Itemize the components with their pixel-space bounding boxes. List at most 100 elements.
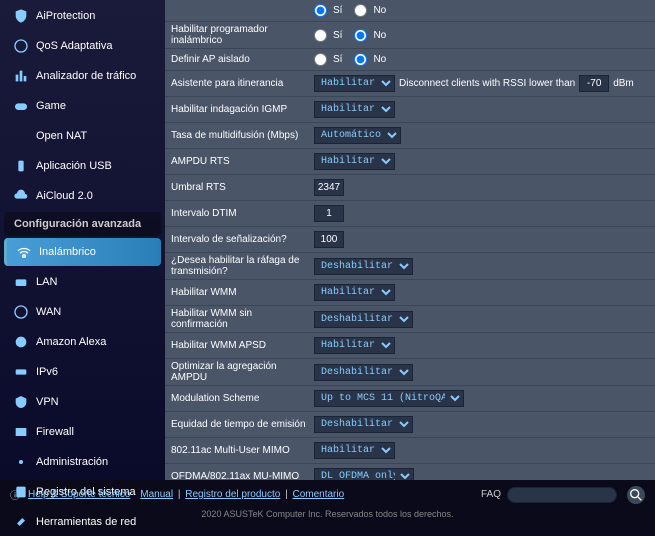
select-airtime[interactable]: Deshabilitar — [314, 416, 413, 433]
faq-search-input[interactable] — [507, 487, 617, 503]
select-multicast[interactable]: Automático — [314, 127, 401, 144]
sidebar-item-lan[interactable]: LAN — [4, 268, 161, 296]
ipv6-icon — [12, 363, 30, 381]
radio-no[interactable] — [354, 53, 367, 66]
label: AiCloud 2.0 — [36, 190, 93, 202]
row-label: Definir AP aislado — [165, 54, 310, 65]
select-wmm[interactable]: Habilitar — [314, 284, 395, 301]
label: Analizador de tráfico — [36, 70, 136, 82]
row-label: ¿Desea habilitar la ráfaga de transmisió… — [165, 255, 310, 277]
radio-si[interactable] — [314, 53, 327, 66]
radio-no[interactable] — [354, 4, 367, 17]
firewall-icon — [12, 423, 30, 441]
select-roaming[interactable]: Habilitar — [314, 75, 395, 92]
label: Aplicación USB — [36, 160, 112, 172]
row-label: Asistente para itinerancia — [165, 78, 310, 89]
label: VPN — [36, 396, 59, 408]
sidebar-item-usb[interactable]: Aplicación USB — [4, 152, 161, 180]
sidebar-item-firewall[interactable]: Firewall — [4, 418, 161, 446]
main-panel: Sí No Habilitar programador inalámbrico Sí… — [165, 0, 655, 480]
radio-si[interactable] — [314, 29, 327, 42]
faq-label: FAQ — [481, 489, 501, 500]
select-wmm-apsd[interactable]: Habilitar — [314, 337, 395, 354]
label: AiProtection — [36, 10, 95, 22]
select-mcs[interactable]: Up to MCS 11 (NitroQAM/1024-QAM) — [314, 390, 464, 407]
sidebar-item-aiprotection[interactable]: AiProtection — [4, 2, 161, 30]
advanced-header: Configuración avanzada — [4, 212, 161, 236]
gear-icon — [12, 453, 30, 471]
cloud-icon — [12, 187, 30, 205]
feedback-link[interactable]: Comentario — [292, 489, 344, 500]
row-label: AMPDU RTS — [165, 156, 310, 167]
rts-input[interactable] — [314, 179, 344, 196]
beacon-input[interactable] — [314, 231, 344, 248]
usb-icon — [12, 157, 30, 175]
row-label: Habilitar indagación IGMP — [165, 104, 310, 115]
sidebar-item-alexa[interactable]: Amazon Alexa — [4, 328, 161, 356]
product-reg-link[interactable]: Registro del producto — [185, 489, 280, 500]
radio-label: No — [373, 5, 386, 16]
label: WAN — [36, 306, 61, 318]
row-label: Intervalo de señalización? — [165, 234, 310, 245]
search-button[interactable] — [627, 486, 645, 504]
alexa-icon — [12, 333, 30, 351]
select-igmp[interactable]: Habilitar — [314, 101, 395, 118]
radio-no[interactable] — [354, 29, 367, 42]
select-mumimo[interactable]: Habilitar — [314, 442, 395, 459]
radio-label: Sí — [333, 54, 342, 65]
radio-si[interactable] — [314, 4, 327, 17]
sidebar-item-wireless[interactable]: Inalámbrico — [4, 238, 161, 266]
lan-icon — [12, 273, 30, 291]
static-text: Disconnect clients with RSSI lower than — [399, 78, 575, 89]
label: Inalámbrico — [39, 246, 96, 258]
radio-label: No — [373, 54, 386, 65]
sidebar-item-qos[interactable]: QoS Adaptativa — [4, 32, 161, 60]
row-label: 802.11ac Multi-User MIMO — [165, 445, 310, 456]
help-link[interactable]: Help & Soporte técnico — [28, 489, 130, 500]
unit-text: dBm — [613, 78, 634, 89]
label: QoS Adaptativa — [36, 40, 112, 52]
chart-icon — [12, 67, 30, 85]
select-ofdma[interactable]: DL OFDMA only — [314, 468, 414, 480]
globe-icon — [12, 303, 30, 321]
row-label: Habilitar WMM APSD — [165, 340, 310, 351]
row-label: Intervalo DTIM — [165, 208, 310, 219]
shield-icon — [12, 7, 30, 25]
select-ampdu[interactable]: Habilitar — [314, 153, 395, 170]
row-label: Tasa de multidifusión (Mbps) — [165, 130, 310, 141]
sidebar-item-wan[interactable]: WAN — [4, 298, 161, 326]
rssi-input[interactable] — [579, 75, 609, 92]
dtim-input[interactable] — [314, 205, 344, 222]
radio-label: Sí — [333, 30, 342, 41]
gamepad-icon — [12, 97, 30, 115]
help-icon: ⓘ — [10, 487, 20, 502]
row-label: Equidad de tiempo de emisión — [165, 419, 310, 430]
sidebar-item-admin[interactable]: Administración — [4, 448, 161, 476]
copyright-text: 2020 ASUSTeK Computer Inc. Reservados to… — [10, 509, 645, 519]
label: Amazon Alexa — [36, 336, 106, 348]
sidebar-item-traffic[interactable]: Analizador de tráfico — [4, 62, 161, 90]
radio-label: No — [373, 30, 386, 41]
vpn-icon — [12, 393, 30, 411]
select-wmm-noack[interactable]: Deshabilitar — [314, 311, 413, 328]
sidebar-item-ipv6[interactable]: IPv6 — [4, 358, 161, 386]
manual-link[interactable]: Manual — [140, 489, 173, 500]
label: Game — [36, 100, 66, 112]
row-label: Optimizar la agregación AMPDU — [165, 361, 310, 383]
radio-label: Sí — [333, 5, 342, 16]
footer: ⓘ Help & Soporte técnico Manual | Regist… — [0, 480, 655, 524]
sidebar-item-aicloud[interactable]: AiCloud 2.0 — [4, 182, 161, 210]
row-label: Umbral RTS — [165, 182, 310, 193]
label: Administración — [36, 456, 108, 468]
row-label: Habilitar programador inalámbrico — [165, 24, 310, 46]
select-txburst[interactable]: Deshabilitar — [314, 258, 413, 275]
sidebar-item-nat[interactable]: Open NAT — [4, 122, 161, 150]
label: IPv6 — [36, 366, 58, 378]
row-label: Habilitar WMM sin confirmación — [165, 308, 310, 330]
sidebar-item-vpn[interactable]: VPN — [4, 388, 161, 416]
select-ampdu-opt[interactable]: Deshabilitar — [314, 364, 413, 381]
sidebar-item-game[interactable]: Game — [4, 92, 161, 120]
row-label: Modulation Scheme — [165, 393, 310, 404]
wifi-icon — [15, 243, 33, 261]
row-label: Habilitar WMM — [165, 287, 310, 298]
